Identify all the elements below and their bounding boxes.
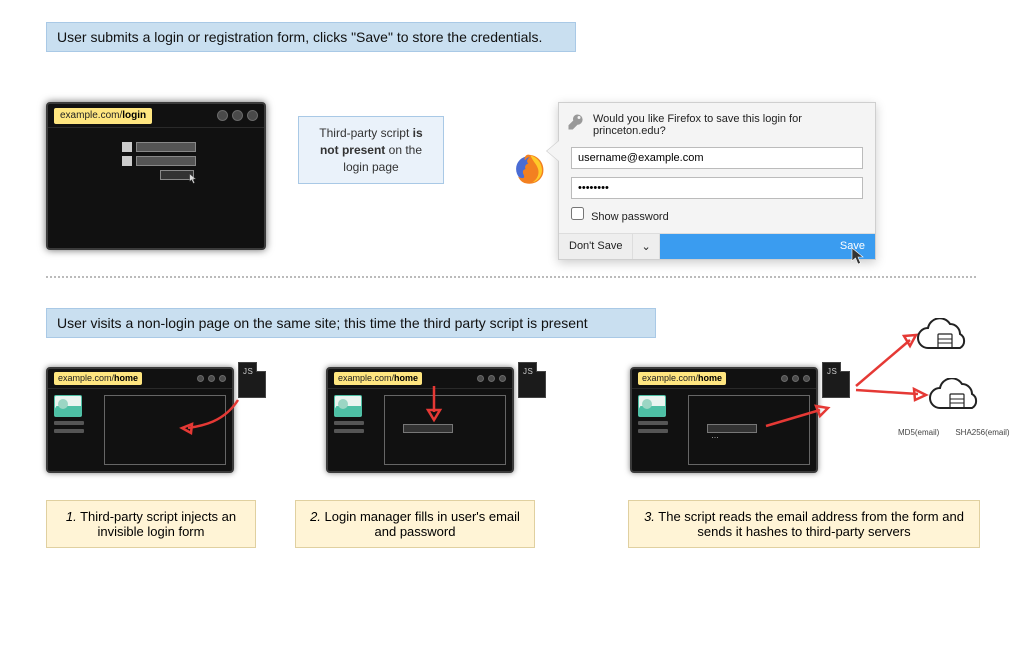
url-domain: example.com/ [60,110,122,121]
image-placeholder-icon [54,395,82,417]
browser-controls [217,110,258,121]
show-password-checkbox[interactable] [571,207,584,220]
prompt-title: Would you like Firefox to save this logi… [593,113,802,137]
cloud-server-icon [916,318,972,356]
exfil-arrow-2 [852,380,930,406]
caption-step3: 3. The script reads the email address fr… [628,500,980,548]
image-placeholder-icon [638,395,666,417]
username-display[interactable] [571,147,863,169]
submit-button [160,170,194,180]
password-display[interactable] [571,177,863,199]
autofill-arrow [416,384,452,424]
step-two-banner: User visits a non-login page on the same… [46,308,656,338]
cursor-icon [189,173,199,185]
key-icon [567,113,585,131]
cloud-server-icon [928,378,984,416]
url-bar: example.com/login [54,108,152,124]
dont-save-button[interactable]: Don't Save [559,234,633,259]
sidenote-third-party-absent: Third-party script is not present on the… [298,116,444,184]
inject-arrow [174,398,244,438]
cursor-icon [851,247,867,265]
hash-labels: MD5(email) SHA256(email) [898,428,1018,438]
save-button[interactable]: Save [660,234,875,259]
login-form [122,142,196,180]
password-field [136,156,196,166]
autofilled-field [403,424,453,433]
js-document-icon: JS [238,362,266,398]
sidenote-line1: Third-party script [319,126,409,140]
js-document-icon: JS [822,362,850,398]
show-password-label: Show password [591,211,669,223]
username-field [136,142,196,152]
caption-step1: 1. Third-party script injects an invisib… [46,500,256,548]
js-document-icon: JS [518,362,546,398]
browser-login-window: example.com/login [46,102,266,250]
exfiltrated-field [707,424,757,433]
url-path: login [122,110,146,121]
show-password-row: Show password [559,203,875,233]
caption-step2: 2. Login manager fills in user's email a… [295,500,535,548]
user-icon [122,142,132,152]
save-password-prompt: Would you like Firefox to save this logi… [558,102,876,260]
lock-icon [122,156,132,166]
browser-topbar: example.com/login [48,104,264,128]
section-divider [46,276,976,278]
dont-save-dropdown[interactable]: ⌄ [633,234,659,259]
firefox-icon [512,152,546,186]
read-form-arrow [762,404,832,434]
image-placeholder-icon [334,395,362,417]
callout-arrow [547,141,559,161]
step-one-banner: User submits a login or registration for… [46,22,576,52]
prompt-header: Would you like Firefox to save this logi… [559,103,875,143]
